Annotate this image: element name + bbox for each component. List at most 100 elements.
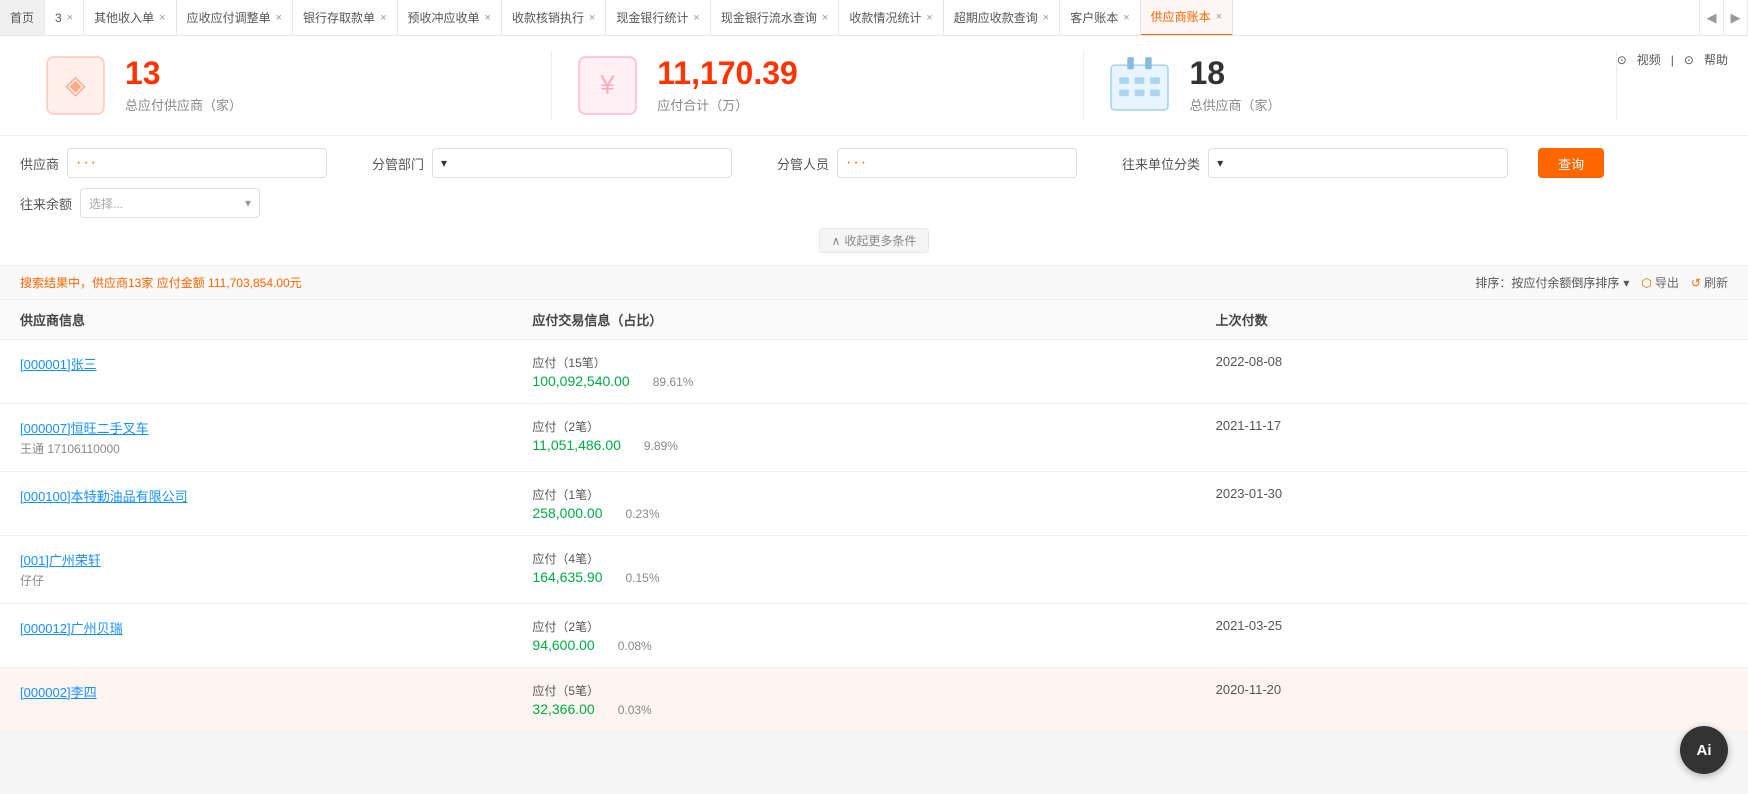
person-dots-icon: ··· xyxy=(846,154,868,172)
trans-pct-2: 9.89% xyxy=(644,439,678,453)
unit-class-arrow-icon: ▾ xyxy=(1217,156,1223,170)
customer-account-label: 客户账本 xyxy=(1070,9,1118,26)
supplier-name-3[interactable]: [000100]本特勤油品有限公司 xyxy=(20,486,532,505)
nav-tab-other-income[interactable]: 其他收入单 × xyxy=(84,0,176,36)
supplier-name-2[interactable]: [000007]恒旺二手叉车 xyxy=(20,418,532,437)
stat-block-suppliers-payable: ◈ 13 总应付供应商（家） xyxy=(20,51,552,121)
dept-filter-input[interactable]: ▾ xyxy=(432,148,732,178)
collect-check-close[interactable]: × xyxy=(589,12,595,24)
ap-adjust-close[interactable]: × xyxy=(276,12,282,24)
stats-bar: ◈ 13 总应付供应商（家） ¥ 11,170.39 应付合计（万） xyxy=(0,36,1748,136)
overdue-close[interactable]: × xyxy=(1043,12,1049,24)
person-filter-label: 分管人员 xyxy=(777,154,829,173)
tab3-label: 3 xyxy=(55,11,62,25)
person-filter-input[interactable]: ··· xyxy=(837,148,1077,178)
collect-stat-close[interactable]: × xyxy=(926,12,932,24)
query-button[interactable]: 查询 xyxy=(1538,148,1604,178)
trans-amount-6[interactable]: 32,366.00 xyxy=(532,701,594,717)
nav-tab-collect-check[interactable]: 收款核销执行 × xyxy=(502,0,606,36)
supplier-dots-icon: ··· xyxy=(76,154,98,172)
supplier-filter-input[interactable]: ··· xyxy=(67,148,327,178)
trans-amount-3[interactable]: 258,000.00 xyxy=(532,505,602,521)
video-link[interactable]: 视频 xyxy=(1637,51,1661,68)
nav-tab-bank-deposit[interactable]: 银行存取款单 × xyxy=(293,0,397,36)
nav-tab-prepay[interactable]: 预收冲应收单 × xyxy=(398,0,502,36)
svg-text:¥: ¥ xyxy=(599,70,615,100)
ap-adjust-label: 应收应付调整单 xyxy=(187,9,271,26)
overdue-label: 超期应收款查询 xyxy=(954,9,1038,26)
table-row: [000002]李四 应付（5笔） 32,366.00 0.03% 2020-1… xyxy=(0,668,1748,732)
collapse-label: 收起更多条件 xyxy=(844,232,916,249)
trans-amount-2[interactable]: 11,051,486.00 xyxy=(532,437,621,453)
lastpay-5: 2021-03-25 xyxy=(1216,618,1558,633)
supplier-info-5: [000012]广州贝瑞 xyxy=(20,618,532,637)
nav-tab-3[interactable]: 3 × xyxy=(45,0,84,36)
export-label: 导出 xyxy=(1655,274,1679,291)
lastpay-3: 2023-01-30 xyxy=(1216,486,1558,501)
tab3-close[interactable]: × xyxy=(67,12,73,24)
prepay-label: 预收冲应收单 xyxy=(408,9,480,26)
supplier-name-6[interactable]: [000002]李四 xyxy=(20,682,532,701)
stat-icon-1: ◈ xyxy=(40,51,110,121)
sort-control[interactable]: 排序：按应付余额倒序排序 ▾ xyxy=(1475,274,1629,291)
supplier-name-5[interactable]: [000012]广州贝瑞 xyxy=(20,618,532,637)
nav-tab-overdue[interactable]: 超期应收款查询 × xyxy=(944,0,1060,36)
balance-arrow-icon: ▾ xyxy=(245,196,251,210)
refresh-button[interactable]: ↺ 刷新 xyxy=(1691,274,1728,291)
trans-inline-3: 258,000.00 0.23% xyxy=(532,503,1215,521)
table-row: [000007]恒旺二手叉车 王通 17106110000 应付（2笔） 11,… xyxy=(0,404,1748,472)
help-icon: ⊙ xyxy=(1684,53,1694,67)
result-amount: 应付金额 111,703,854.00元 xyxy=(157,276,302,290)
nav-tab-cash-bank-stat[interactable]: 现金银行统计 × xyxy=(606,0,710,36)
stat-content-3: 18 总供应商（家） xyxy=(1189,57,1280,114)
filter-row-1: 供应商 ··· 分管部门 ▾ 分管人员 ··· 往来单位分类 ▾ 查询 xyxy=(20,148,1728,178)
stat-block-payable-total: ¥ 11,170.39 应付合计（万） xyxy=(552,51,1084,121)
nav-tab-home[interactable]: 首页 xyxy=(0,0,45,36)
ai-label: Ai xyxy=(1697,742,1712,759)
trans-amount-4[interactable]: 164,635.90 xyxy=(532,569,602,585)
nav-arrow-right[interactable]: ▶ xyxy=(1724,0,1748,36)
lastpay-6: 2020-11-20 xyxy=(1216,682,1558,697)
nav-arrows: ◀ ▶ xyxy=(1699,0,1748,36)
stat-icon-2: ¥ xyxy=(572,51,642,121)
video-icon: ⊙ xyxy=(1617,53,1627,67)
export-icon: ⬡ xyxy=(1641,276,1651,290)
supplier-account-close[interactable]: × xyxy=(1216,11,1222,23)
cash-flow-close[interactable]: × xyxy=(822,12,828,24)
nav-tab-ap-adjust[interactable]: 应收应付调整单 × xyxy=(177,0,293,36)
unit-class-filter-input[interactable]: ▾ xyxy=(1208,148,1508,178)
transaction-info-5: 应付（2笔） 94,600.00 0.08% xyxy=(532,618,1215,653)
nav-arrow-left[interactable]: ◀ xyxy=(1700,0,1724,36)
trans-inline-6: 32,366.00 0.03% xyxy=(532,699,1215,717)
trans-amount-1[interactable]: 100,092,540.00 xyxy=(532,373,629,389)
nav-tab-supplier-account[interactable]: 供应商账本 × xyxy=(1141,0,1233,36)
trans-pct-4: 0.15% xyxy=(625,571,659,585)
supplier-name-4[interactable]: [001]广州荣轩 xyxy=(20,550,532,569)
balance-filter-input[interactable]: 选择... ▾ xyxy=(80,188,260,218)
trans-amount-5[interactable]: 94,600.00 xyxy=(532,637,594,653)
customer-account-close[interactable]: × xyxy=(1123,12,1129,24)
cash-bank-stat-close[interactable]: × xyxy=(693,12,699,24)
bank-deposit-close[interactable]: × xyxy=(380,12,386,24)
prepay-close[interactable]: × xyxy=(485,12,491,24)
nav-tab-customer-account[interactable]: 客户账本 × xyxy=(1060,0,1140,36)
result-bar: 搜索结果中，供应商13家 应付金额 111,703,854.00元 排序：按应付… xyxy=(0,266,1748,300)
refresh-icon: ↺ xyxy=(1691,276,1701,290)
ai-button[interactable]: Ai xyxy=(1680,726,1728,774)
stat-content-2: 11,170.39 应付合计（万） xyxy=(657,57,798,114)
col-header-lastpay: 上次付数 xyxy=(1216,310,1558,329)
collapse-button[interactable]: ∧ 收起更多条件 xyxy=(819,228,930,253)
table-row: [000001]张三 应付（15笔） 100,092,540.00 89.61%… xyxy=(0,340,1748,404)
nav-tab-cash-flow[interactable]: 现金银行流水查询 × xyxy=(711,0,839,36)
supplier-account-label: 供应商账本 xyxy=(1151,8,1211,25)
supplier-name-1[interactable]: [000001]张三 xyxy=(20,354,532,373)
other-income-close[interactable]: × xyxy=(159,12,165,24)
export-button[interactable]: ⬡ 导出 xyxy=(1641,274,1679,291)
nav-tab-collect-stat[interactable]: 收款情况统计 × xyxy=(839,0,943,36)
other-income-label: 其他收入单 xyxy=(94,9,154,26)
unit-class-filter-label: 往来单位分类 xyxy=(1122,154,1200,173)
transaction-info-6: 应付（5笔） 32,366.00 0.03% xyxy=(532,682,1215,717)
supplier-filter-label: 供应商 xyxy=(20,154,59,173)
help-link[interactable]: 帮助 xyxy=(1704,51,1728,68)
balance-filter-label: 往来余额 xyxy=(20,194,72,213)
